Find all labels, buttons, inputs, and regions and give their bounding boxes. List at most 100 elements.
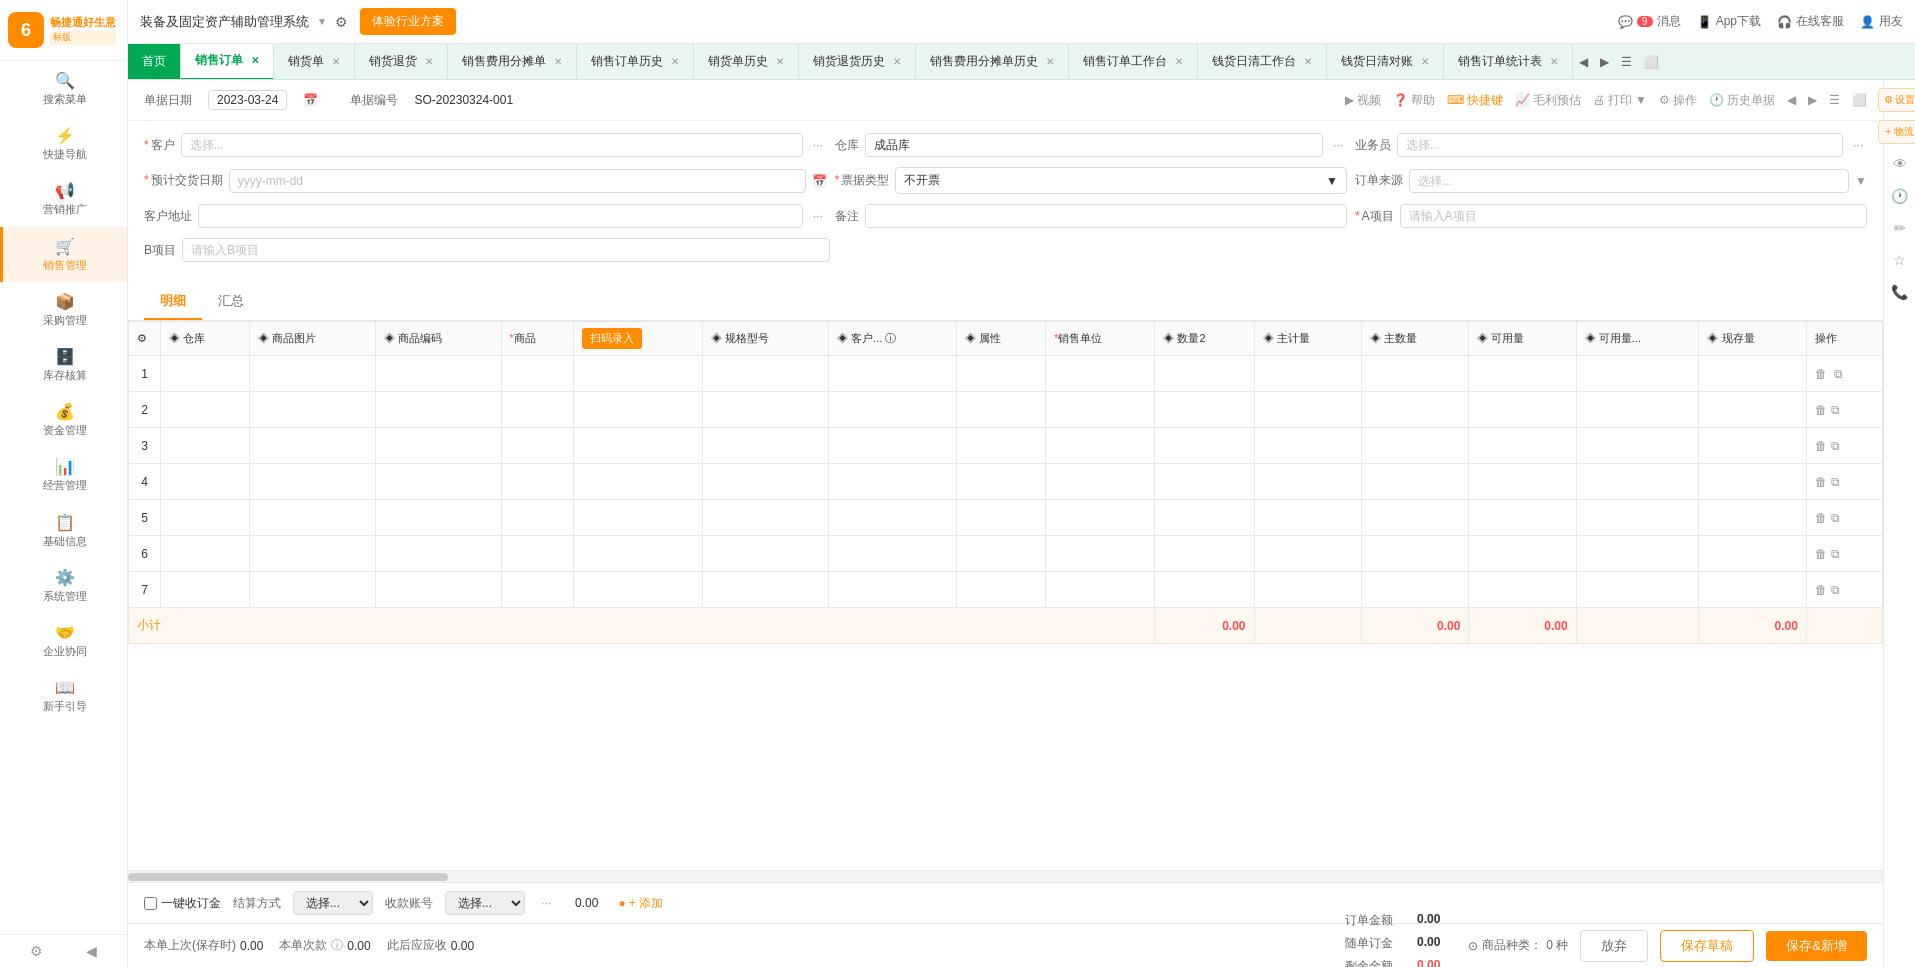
row-3-copy-icon[interactable]: ⧉ xyxy=(1831,439,1840,453)
row-1-copy-icon[interactable]: ⧉ xyxy=(1834,367,1843,381)
operations-btn[interactable]: ⚙ 操作 xyxy=(1659,92,1697,109)
row-3-delete-icon[interactable]: 🗑 xyxy=(1815,439,1827,453)
tab-expand[interactable]: ⬜ xyxy=(1638,55,1665,69)
tab-close-sales-refund[interactable]: ✕ xyxy=(425,56,433,67)
settings-bottom-icon[interactable]: ⚙ xyxy=(30,943,43,959)
collapse-icon[interactable]: ◀ xyxy=(86,943,97,959)
row-7-delete-icon[interactable]: 🗑 xyxy=(1815,583,1827,597)
tab-close-workbench[interactable]: ✕ xyxy=(1175,56,1183,67)
th-product-image[interactable]: ◈ 商品图片 xyxy=(249,322,375,356)
clock-icon[interactable]: 🕐 xyxy=(1888,184,1912,208)
row-5-copy-icon[interactable]: ⧉ xyxy=(1831,511,1840,525)
sidebar-item-sales[interactable]: 🛒 销售管理 xyxy=(0,227,127,282)
sidebar-item-marketing[interactable]: 📢 营销推广 xyxy=(0,171,127,226)
salesperson-input[interactable] xyxy=(1397,133,1843,157)
list-view-icon[interactable]: ☰ xyxy=(1829,93,1840,107)
row-7-copy-icon[interactable]: ⧉ xyxy=(1831,583,1840,597)
star-icon[interactable]: ☆ xyxy=(1888,248,1912,272)
nav-prev-icon[interactable]: ◀ xyxy=(1787,93,1796,107)
tab-close-sales-returns[interactable]: ✕ xyxy=(332,56,340,67)
shortcut-btn[interactable]: ⌨ 快捷键 xyxy=(1447,92,1503,109)
sidebar-item-operations[interactable]: 📊 经营管理 xyxy=(0,447,127,502)
sidebar-item-capital[interactable]: 💰 资金管理 xyxy=(0,392,127,447)
row-1-code[interactable] xyxy=(375,356,501,392)
tab-close-stats[interactable]: ✕ xyxy=(1550,56,1558,67)
row-1-warehouse[interactable] xyxy=(161,356,250,392)
row-4-copy-icon[interactable]: ⧉ xyxy=(1831,475,1840,489)
th-spec-model[interactable]: ◈ 规格型号 xyxy=(703,322,829,356)
th-warehouse[interactable]: ◈ 仓库 xyxy=(161,322,250,356)
tab-nav-menu[interactable]: ☰ xyxy=(1615,55,1638,69)
delivery-calendar-icon[interactable]: 📅 xyxy=(812,174,827,188)
print-btn[interactable]: 🖨 打印 ▼ xyxy=(1593,92,1647,109)
th-current-stock[interactable]: ◈ 现存量 xyxy=(1699,322,1806,356)
tab-close-order-history[interactable]: ✕ xyxy=(671,56,679,67)
save-new-btn[interactable]: 保存&新增 xyxy=(1766,931,1867,961)
tab-close-expense-history[interactable]: ✕ xyxy=(1046,56,1054,67)
trial-btn[interactable]: 体验行业方案 xyxy=(360,8,456,35)
row-1-delete-icon[interactable]: 🗑 xyxy=(1815,367,1827,381)
payment-method-select[interactable]: 选择... xyxy=(293,891,373,915)
customer-input[interactable] xyxy=(181,133,803,157)
th-sales-unit[interactable]: *销售单位 xyxy=(1045,322,1154,356)
tab-sales-expense-split[interactable]: 销售费用分摊单 ✕ xyxy=(448,44,577,80)
th-main-quantity[interactable]: ◈ 主数量 xyxy=(1361,322,1468,356)
tab-summary[interactable]: 汇总 xyxy=(202,284,260,320)
warehouse-input[interactable] xyxy=(865,133,1323,157)
th-main-unit[interactable]: ◈ 主计量 xyxy=(1254,322,1361,356)
sidebar-item-system[interactable]: ⚙️ 系统管理 xyxy=(0,558,127,613)
th-gear[interactable]: ⚙ xyxy=(129,322,161,356)
th-available-qty[interactable]: ◈ 可用量 xyxy=(1469,322,1576,356)
sidebar-item-guide[interactable]: 📖 新手引导 xyxy=(0,668,127,723)
table-scrollbar-thumb[interactable] xyxy=(128,873,448,881)
row-1-spec[interactable] xyxy=(703,356,829,392)
tab-home[interactable]: 首页 xyxy=(128,44,181,80)
tab-nav-next[interactable]: ▶ xyxy=(1594,55,1615,69)
phone-side-icon[interactable]: 📞 xyxy=(1888,280,1912,304)
account-more-btn[interactable]: ··· xyxy=(537,896,555,910)
sidebar-item-cooperation[interactable]: 🤝 企业协同 xyxy=(0,613,127,668)
row-6-copy-icon[interactable]: ⧉ xyxy=(1831,547,1840,561)
th-attribute[interactable]: ◈ 属性 xyxy=(956,322,1045,356)
settings-right-btn[interactable]: ⚙ 设置 xyxy=(1878,88,1916,112)
tab-close-credit-reconcile[interactable]: ✕ xyxy=(1421,56,1429,67)
add-payment-btn[interactable]: ● + 添加 xyxy=(618,895,663,912)
sidebar-item-quick-nav[interactable]: ⚡ 快捷导航 xyxy=(0,116,127,171)
table-scrollbar[interactable] xyxy=(128,870,1883,882)
row-1-unit[interactable] xyxy=(1045,356,1154,392)
tab-close-expense-split[interactable]: ✕ xyxy=(554,56,562,67)
tab-expense-split-history[interactable]: 销售费用分摊单历史 ✕ xyxy=(916,44,1069,80)
tab-sales-returns-history[interactable]: 销货单历史 ✕ xyxy=(694,44,799,80)
user-menu[interactable]: 👤 用友 xyxy=(1860,13,1903,30)
tab-detail[interactable]: 明细 xyxy=(144,284,202,320)
sidebar-item-search[interactable]: 🔍 搜索菜单 xyxy=(0,61,127,116)
sidebar-item-basic-info[interactable]: 📋 基础信息 xyxy=(0,503,127,558)
tab-sales-stats[interactable]: 销售订单统计表 ✕ xyxy=(1444,44,1573,80)
tab-close-credit-clear[interactable]: ✕ xyxy=(1304,56,1312,67)
row-1-product[interactable] xyxy=(501,356,574,392)
row-2-warehouse[interactable] xyxy=(161,392,250,428)
th-available-qty2[interactable]: ◈ 可用量... xyxy=(1576,322,1699,356)
help-btn[interactable]: ❓ 帮助 xyxy=(1393,92,1435,109)
online-service-btn[interactable]: 🎧 在线客服 xyxy=(1777,13,1844,30)
tab-credit-reconcile[interactable]: 钱货日清对账 ✕ xyxy=(1327,44,1444,80)
row-1-attr[interactable] xyxy=(956,356,1045,392)
calendar-icon[interactable]: 📅 xyxy=(303,93,318,107)
row-1-main-qty[interactable] xyxy=(1361,356,1468,392)
tab-order-workbench[interactable]: 销售订单工作台 ✕ xyxy=(1069,44,1198,80)
address-more-btn[interactable]: ··· xyxy=(809,209,827,223)
account-select[interactable]: 选择... xyxy=(445,891,525,915)
grid-view-icon[interactable]: ⬜ xyxy=(1852,93,1867,107)
invoice-type-select[interactable]: 不开票 ▼ xyxy=(895,167,1346,194)
add-goods-btn[interactable]: + 物流 xyxy=(1878,120,1916,144)
tab-sales-order-history[interactable]: 销售订单历史 ✕ xyxy=(577,44,694,80)
row-1-qty2[interactable] xyxy=(1155,356,1254,392)
tab-credit-daily-clear[interactable]: 钱货日清工作台 ✕ xyxy=(1198,44,1327,80)
scan-btn[interactable]: 扫码录入 xyxy=(582,328,642,349)
tab-close-sales-order[interactable]: ✕ xyxy=(251,55,259,66)
th-product[interactable]: *商品 xyxy=(501,322,574,356)
delivery-date-input[interactable] xyxy=(229,169,806,193)
pencil-icon[interactable]: ✏ xyxy=(1888,216,1912,240)
customer-more-btn[interactable]: ··· xyxy=(809,138,827,152)
warehouse-more-btn[interactable]: ··· xyxy=(1329,138,1347,152)
